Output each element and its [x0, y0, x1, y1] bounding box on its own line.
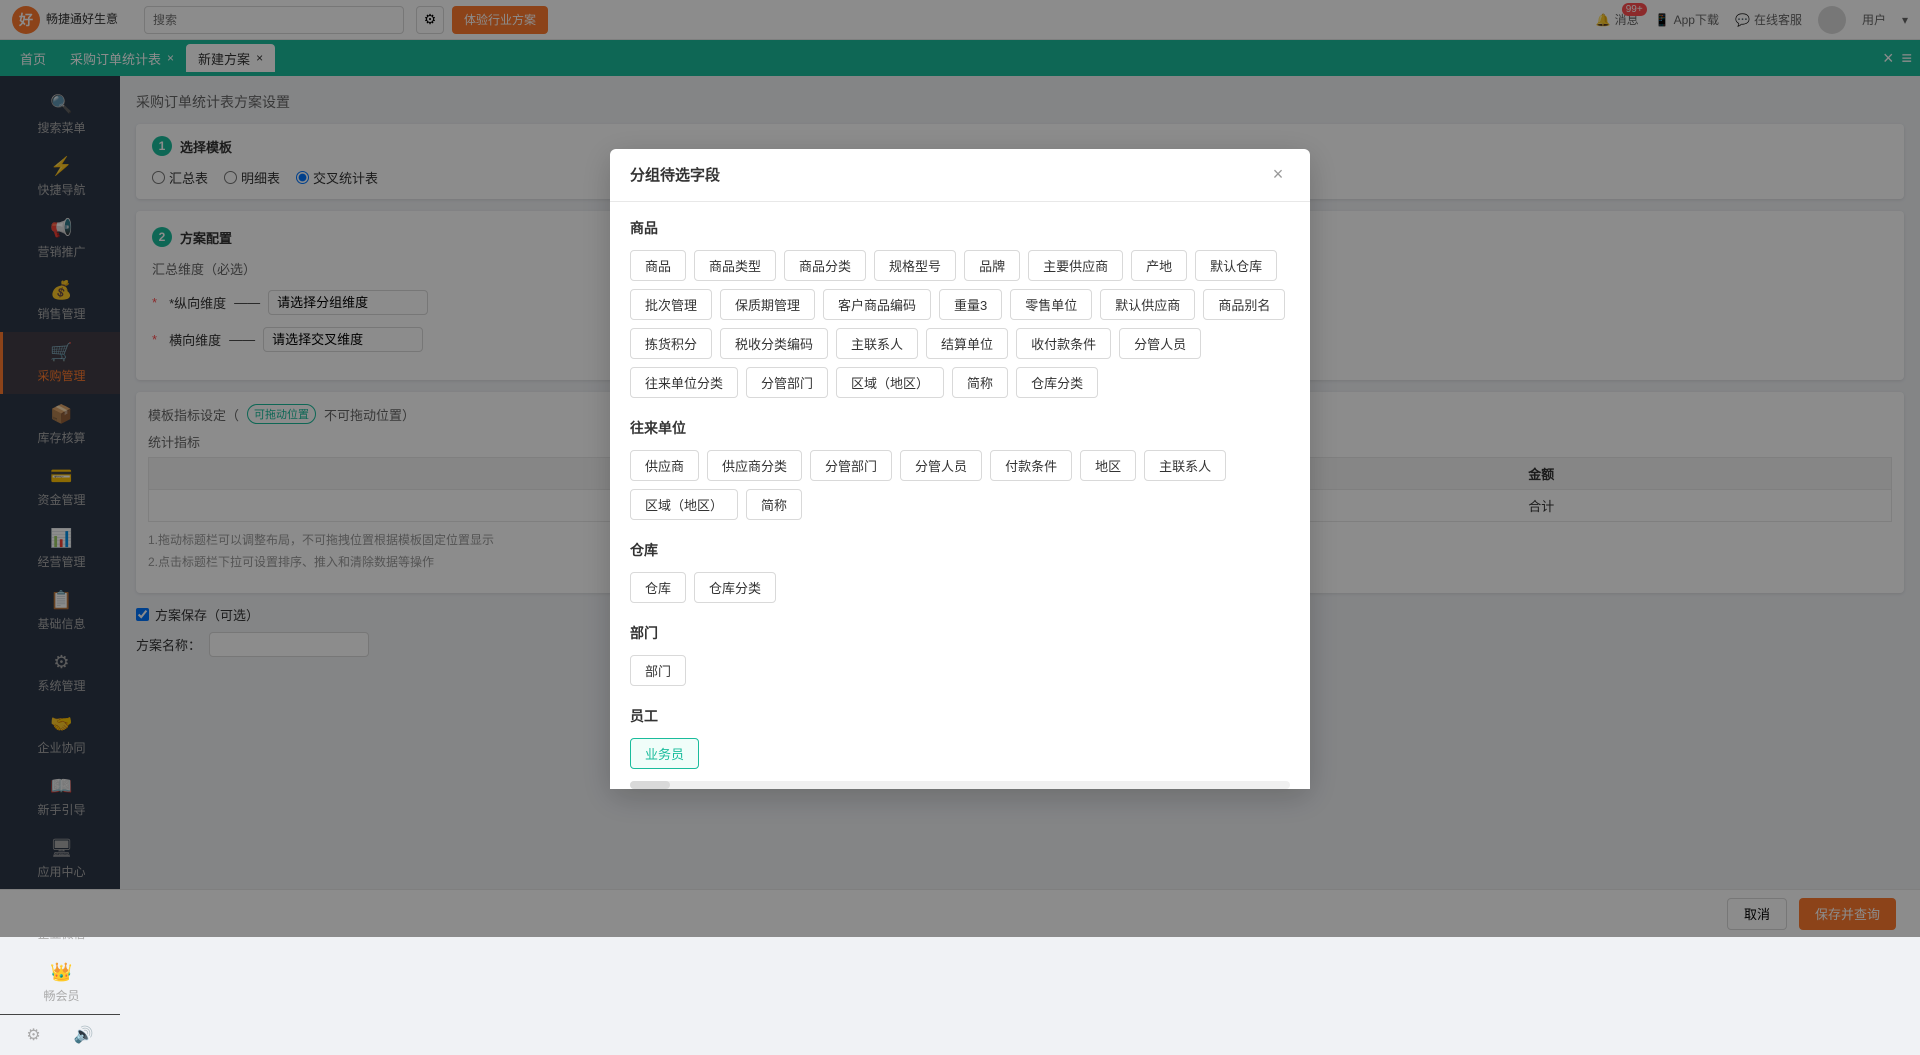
field-group-department-title: 部门: [630, 623, 1290, 643]
field-tag-partner-short[interactable]: 简称: [746, 489, 802, 520]
field-tag-payment-terms[interactable]: 收付款条件: [1016, 328, 1111, 359]
field-tag-supplier[interactable]: 供应商: [630, 450, 699, 481]
modal-footer: [610, 781, 1310, 789]
field-tag-weight3[interactable]: 重量3: [939, 289, 1002, 320]
field-group-product: 商品 商品 商品类型 商品分类 规格型号 品牌 主要供应商 产地 默认仓库 批次…: [630, 218, 1290, 398]
field-tags-product: 商品 商品类型 商品分类 规格型号 品牌 主要供应商 产地 默认仓库 批次管理 …: [630, 250, 1290, 398]
modal: 分组待选字段 × 商品 商品 商品类型 商品分类 规格型号 品牌 主要供应商 产…: [610, 149, 1310, 789]
field-tag-from-unit-category[interactable]: 往来单位分类: [630, 367, 738, 398]
field-tag-goods-alias[interactable]: 商品别名: [1203, 289, 1285, 320]
field-tag-settlement-unit[interactable]: 结算单位: [926, 328, 1008, 359]
modal-bottom-thumb: [630, 781, 670, 789]
field-tag-dep[interactable]: 部门: [630, 655, 686, 686]
field-group-warehouse: 仓库 仓库 仓库分类: [630, 540, 1290, 603]
field-tag-shelf-life[interactable]: 保质期管理: [720, 289, 815, 320]
field-tag-origin[interactable]: 产地: [1131, 250, 1187, 281]
modal-body[interactable]: 商品 商品 商品类型 商品分类 规格型号 品牌 主要供应商 产地 默认仓库 批次…: [610, 202, 1310, 781]
modal-header: 分组待选字段 ×: [610, 149, 1310, 202]
field-tags-department: 部门: [630, 655, 1290, 686]
field-tag-main-contact[interactable]: 主联系人: [836, 328, 918, 359]
field-group-department: 部门 部门: [630, 623, 1290, 686]
sidebar-item-member-label: 畅会员: [43, 987, 79, 1004]
field-tag-brand[interactable]: 品牌: [964, 250, 1020, 281]
field-tag-region[interactable]: 地区: [1080, 450, 1136, 481]
field-tag-partner-dept[interactable]: 分管部门: [810, 450, 892, 481]
field-tag-area[interactable]: 区域（地区）: [836, 367, 944, 398]
field-tag-salesman[interactable]: 业务员: [630, 738, 699, 769]
modal-bottom-scroll[interactable]: [630, 781, 1290, 789]
field-tag-partner-area[interactable]: 区域（地区）: [630, 489, 738, 520]
field-tag-short-name[interactable]: 简称: [952, 367, 1008, 398]
field-tag-goods-type[interactable]: 商品类型: [694, 250, 776, 281]
modal-title: 分组待选字段: [630, 164, 720, 185]
field-tag-spec-type[interactable]: 规格型号: [874, 250, 956, 281]
field-group-product-title: 商品: [630, 218, 1290, 238]
field-tag-default-warehouse[interactable]: 默认仓库: [1195, 250, 1277, 281]
field-tags-partner: 供应商 供应商分类 分管部门 分管人员 付款条件 地区 主联系人 区域（地区） …: [630, 450, 1290, 520]
field-tag-partner-contact[interactable]: 主联系人: [1144, 450, 1226, 481]
field-group-warehouse-title: 仓库: [630, 540, 1290, 560]
field-tags-warehouse: 仓库 仓库分类: [630, 572, 1290, 603]
sidebar-item-member[interactable]: 👑 畅会员: [0, 952, 120, 1014]
field-tag-goods-category[interactable]: 商品分类: [784, 250, 866, 281]
field-tag-default-supplier[interactable]: 默认供应商: [1100, 289, 1195, 320]
field-group-employee: 员工 业务员: [630, 706, 1290, 769]
field-tag-customer-code[interactable]: 客户商品编码: [823, 289, 931, 320]
sidebar-audio-btn[interactable]: 🔊: [74, 1025, 94, 1045]
sidebar-settings-btn[interactable]: ⚙: [26, 1025, 40, 1045]
field-tag-pay-terms[interactable]: 付款条件: [990, 450, 1072, 481]
field-tag-wh-category[interactable]: 仓库分类: [694, 572, 776, 603]
modal-overlay[interactable]: 分组待选字段 × 商品 商品 商品类型 商品分类 规格型号 品牌 主要供应商 产…: [0, 0, 1920, 937]
field-group-employee-title: 员工: [630, 706, 1290, 726]
field-tag-dept[interactable]: 分管部门: [746, 367, 828, 398]
field-tag-manager[interactable]: 分管人员: [1119, 328, 1201, 359]
field-tag-tax-code[interactable]: 税收分类编码: [720, 328, 828, 359]
field-tag-retail-unit[interactable]: 零售单位: [1010, 289, 1092, 320]
field-group-partner: 往来单位 供应商 供应商分类 分管部门 分管人员 付款条件 地区 主联系人 区域…: [630, 418, 1290, 520]
field-tag-main-supplier[interactable]: 主要供应商: [1028, 250, 1123, 281]
member-icon: 👑: [50, 962, 72, 983]
field-tag-goods[interactable]: 商品: [630, 250, 686, 281]
field-tag-batch-mgmt[interactable]: 批次管理: [630, 289, 712, 320]
field-tag-wh[interactable]: 仓库: [630, 572, 686, 603]
field-group-partner-title: 往来单位: [630, 418, 1290, 438]
sidebar-bottom: ⚙ 🔊: [0, 1014, 120, 1055]
field-tag-warehouse-category[interactable]: 仓库分类: [1016, 367, 1098, 398]
modal-close-button[interactable]: ×: [1266, 163, 1290, 187]
field-tag-pickup-points[interactable]: 拣货积分: [630, 328, 712, 359]
field-tags-employee: 业务员: [630, 738, 1290, 769]
field-tag-partner-manager[interactable]: 分管人员: [900, 450, 982, 481]
field-tag-supplier-category[interactable]: 供应商分类: [707, 450, 802, 481]
